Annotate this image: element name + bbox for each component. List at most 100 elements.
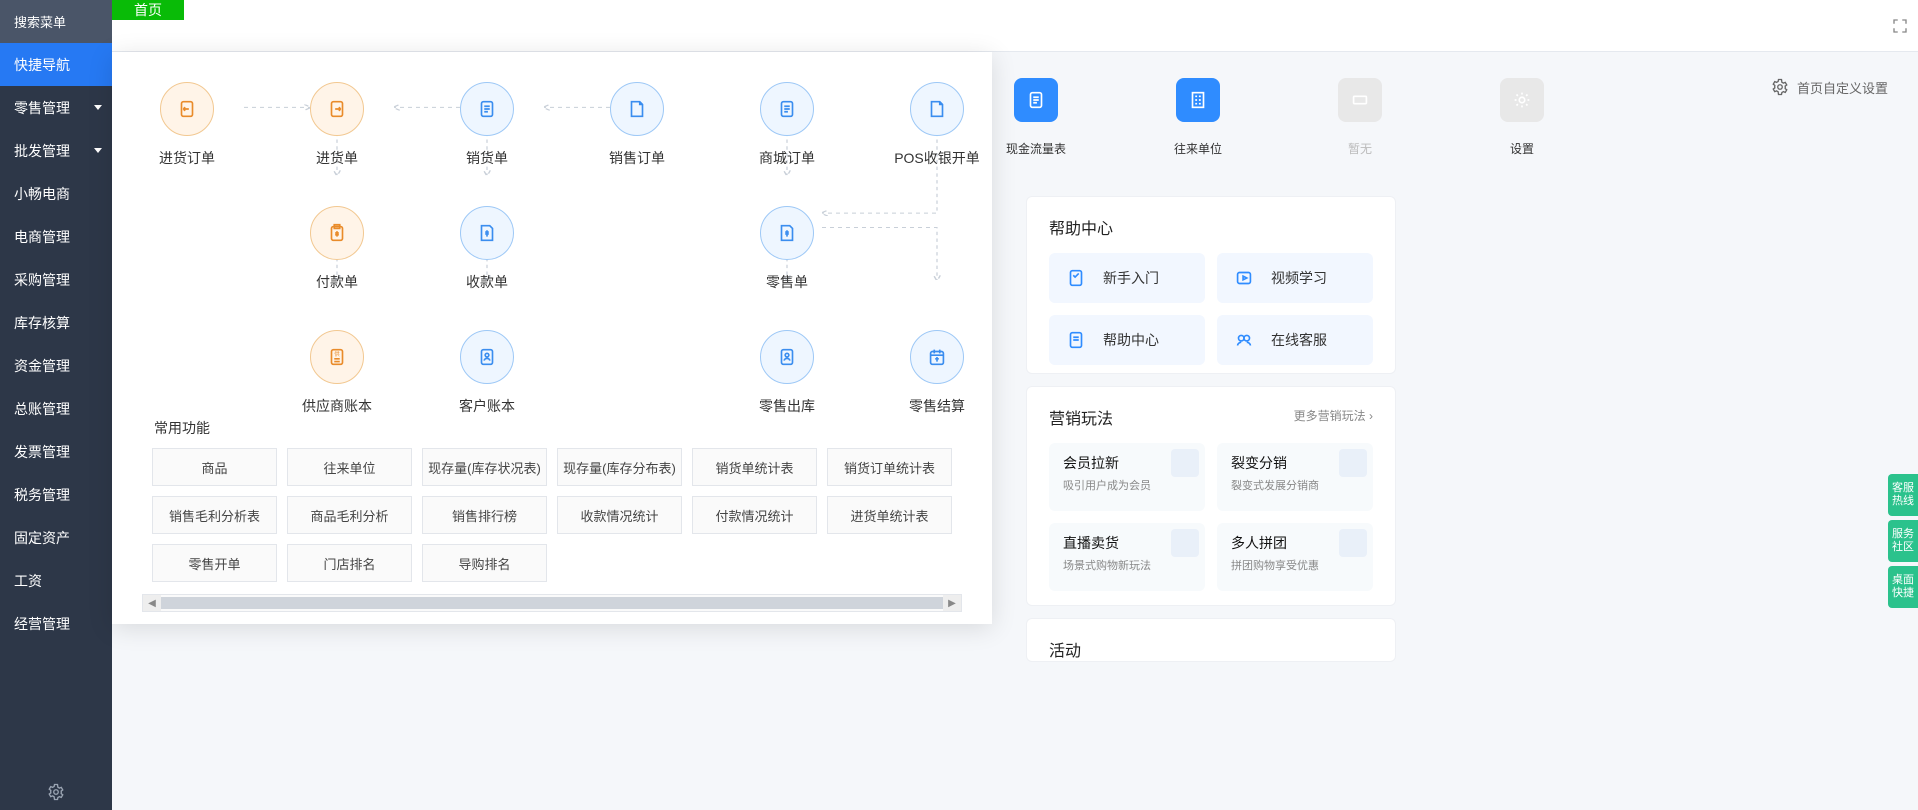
sidebar-item-6[interactable]: 库存核算 — [0, 301, 112, 344]
node-mall-order[interactable]: 商城订单 — [712, 82, 862, 168]
marketing-more-link[interactable]: 更多营销玩法 › — [1294, 407, 1373, 424]
sidebar-settings-footer[interactable] — [0, 774, 112, 810]
sidebar-item-label: 发票管理 — [14, 442, 70, 462]
quick-entry-label: 设置 — [1476, 140, 1568, 157]
node-sales-order[interactable]: 销售订单 — [562, 82, 712, 168]
sidebar-item-label: 经营管理 — [14, 614, 70, 634]
sidebar-item-9[interactable]: 发票管理 — [0, 430, 112, 473]
common-function-11[interactable]: 进货单统计表 — [827, 496, 952, 534]
quick-entry-1[interactable]: 往来单位 — [1152, 78, 1244, 157]
marketing-item-0[interactable]: 会员拉新吸引用户成为会员 — [1049, 443, 1205, 511]
node-retail-receipt[interactable]: 零售单 — [712, 206, 862, 292]
sidebar-item-10[interactable]: 税务管理 — [0, 473, 112, 516]
help-item-1[interactable]: 视频学习 — [1217, 253, 1373, 303]
help-item-0[interactable]: 新手入门 — [1049, 253, 1205, 303]
sidebar-item-label: 固定资产 — [14, 528, 70, 548]
node-receipt[interactable]: 收款单 — [412, 206, 562, 292]
node-payment[interactable]: 付款单 — [262, 206, 412, 292]
decoration-icon — [1171, 529, 1199, 557]
sidebar-item-1[interactable]: 零售管理 — [0, 86, 112, 129]
sidebar-item-11[interactable]: 固定资产 — [0, 516, 112, 559]
decoration-icon — [1171, 449, 1199, 477]
node-pos[interactable]: POS收银开单 — [862, 82, 1012, 168]
common-function-4[interactable]: 销货单统计表 — [692, 448, 817, 486]
sidebar-item-label: 电商管理 — [14, 227, 70, 247]
common-function-13[interactable]: 门店排名 — [287, 544, 412, 582]
topbar: 首页 — [112, 0, 1918, 52]
document-yen-icon — [476, 222, 498, 244]
chevron-right-icon: › — [1369, 409, 1373, 423]
decoration-icon — [1339, 449, 1367, 477]
node-customer-ledger[interactable]: 客户账本 — [412, 330, 562, 416]
common-function-1[interactable]: 往来单位 — [287, 448, 412, 486]
help-icon — [1061, 325, 1091, 355]
node-sales-receipt[interactable]: 销货单 — [412, 82, 562, 168]
help-item-3[interactable]: 在线客服 — [1217, 315, 1373, 365]
document-arrow-right-icon — [326, 98, 348, 120]
scroll-left-icon[interactable]: ◀ — [143, 595, 161, 611]
node-supplier-ledger[interactable]: 供 供应商账本 — [262, 330, 412, 416]
sidebar-item-8[interactable]: 总账管理 — [0, 387, 112, 430]
fullscreen-icon[interactable] — [1882, 0, 1918, 51]
float-button-0[interactable]: 客服 热线 — [1888, 474, 1918, 516]
sidebar-item-13[interactable]: 经营管理 — [0, 602, 112, 645]
node-purchase-receipt[interactable]: 进货单 — [262, 82, 412, 168]
sidebar-item-label: 批发管理 — [14, 141, 70, 161]
common-function-10[interactable]: 付款情况统计 — [692, 496, 817, 534]
help-icon — [1061, 263, 1091, 293]
quick-entry-row: 现金流量表往来单位暂无设置 — [990, 78, 1888, 157]
marketing-item-3[interactable]: 多人拼团拼团购物享受优惠 — [1217, 523, 1373, 591]
common-function-0[interactable]: 商品 — [152, 448, 277, 486]
sidebar-item-label: 总账管理 — [14, 399, 70, 419]
clipboard-yen-icon — [326, 222, 348, 244]
quick-entry-2[interactable]: 暂无 — [1314, 78, 1406, 157]
node-purchase-order[interactable]: 进货订单 — [112, 82, 262, 168]
sidebar-item-7[interactable]: 资金管理 — [0, 344, 112, 387]
common-function-8[interactable]: 销售排行榜 — [422, 496, 547, 534]
help-item-label: 帮助中心 — [1103, 330, 1159, 350]
sidebar-search-label: 搜索菜单 — [14, 12, 66, 31]
marketing-item-1[interactable]: 裂变分销裂变式发展分销商 — [1217, 443, 1373, 511]
help-icon — [1229, 325, 1259, 355]
node-retail-settle[interactable]: 零售结算 — [862, 330, 1012, 416]
common-function-14[interactable]: 导购排名 — [422, 544, 547, 582]
quick-entry-label: 往来单位 — [1152, 140, 1244, 157]
common-function-2[interactable]: 现存量(库存状况表) — [422, 448, 547, 486]
sidebar-item-0[interactable]: 快捷导航 — [0, 43, 112, 86]
sidebar-item-5[interactable]: 采购管理 — [0, 258, 112, 301]
node-retail-outbound[interactable]: 零售出库 — [712, 330, 862, 416]
tab-0[interactable]: 首页 — [112, 0, 184, 20]
help-icon — [1229, 263, 1259, 293]
user-document-icon — [476, 346, 498, 368]
sidebar-search[interactable]: 搜索菜单 — [0, 0, 112, 43]
sidebar-item-label: 采购管理 — [14, 270, 70, 290]
quick-entry-3[interactable]: 设置 — [1476, 78, 1568, 157]
activity-title: 活动 — [1049, 637, 1373, 661]
common-function-6[interactable]: 销售毛利分析表 — [152, 496, 277, 534]
marketing-item-desc: 裂变式发展分销商 — [1231, 477, 1359, 493]
help-item-2[interactable]: 帮助中心 — [1049, 315, 1205, 365]
document-text-icon: 供 — [326, 346, 348, 368]
sidebar-item-12[interactable]: 工资 — [0, 559, 112, 602]
float-buttons: 客服 热线服务 社区桌面 快捷 — [1888, 474, 1918, 608]
scroll-track[interactable] — [161, 597, 943, 609]
common-function-3[interactable]: 现存量(库存分布表) — [557, 448, 682, 486]
sidebar-item-4[interactable]: 电商管理 — [0, 215, 112, 258]
common-function-12[interactable]: 零售开单 — [152, 544, 277, 582]
gear-icon — [47, 783, 65, 801]
scroll-right-icon[interactable]: ▶ — [943, 595, 961, 611]
document-list-icon — [476, 98, 498, 120]
sidebar-item-2[interactable]: 批发管理 — [0, 129, 112, 172]
marketing-item-2[interactable]: 直播卖货场景式购物新玩法 — [1049, 523, 1205, 591]
decoration-icon — [1339, 529, 1367, 557]
float-button-1[interactable]: 服务 社区 — [1888, 520, 1918, 562]
sidebar-item-label: 资金管理 — [14, 356, 70, 376]
marketing-card: 营销玩法 更多营销玩法 › 会员拉新吸引用户成为会员裂变分销裂变式发展分销商直播… — [1026, 386, 1396, 606]
sidebar-item-3[interactable]: 小畅电商 — [0, 172, 112, 215]
common-function-5[interactable]: 销货订单统计表 — [827, 448, 952, 486]
float-button-2[interactable]: 桌面 快捷 — [1888, 566, 1918, 608]
horizontal-scrollbar[interactable]: ◀ ▶ — [142, 594, 962, 612]
common-function-7[interactable]: 商品毛利分析 — [287, 496, 412, 534]
sidebar-item-label: 税务管理 — [14, 485, 70, 505]
common-function-9[interactable]: 收款情况统计 — [557, 496, 682, 534]
